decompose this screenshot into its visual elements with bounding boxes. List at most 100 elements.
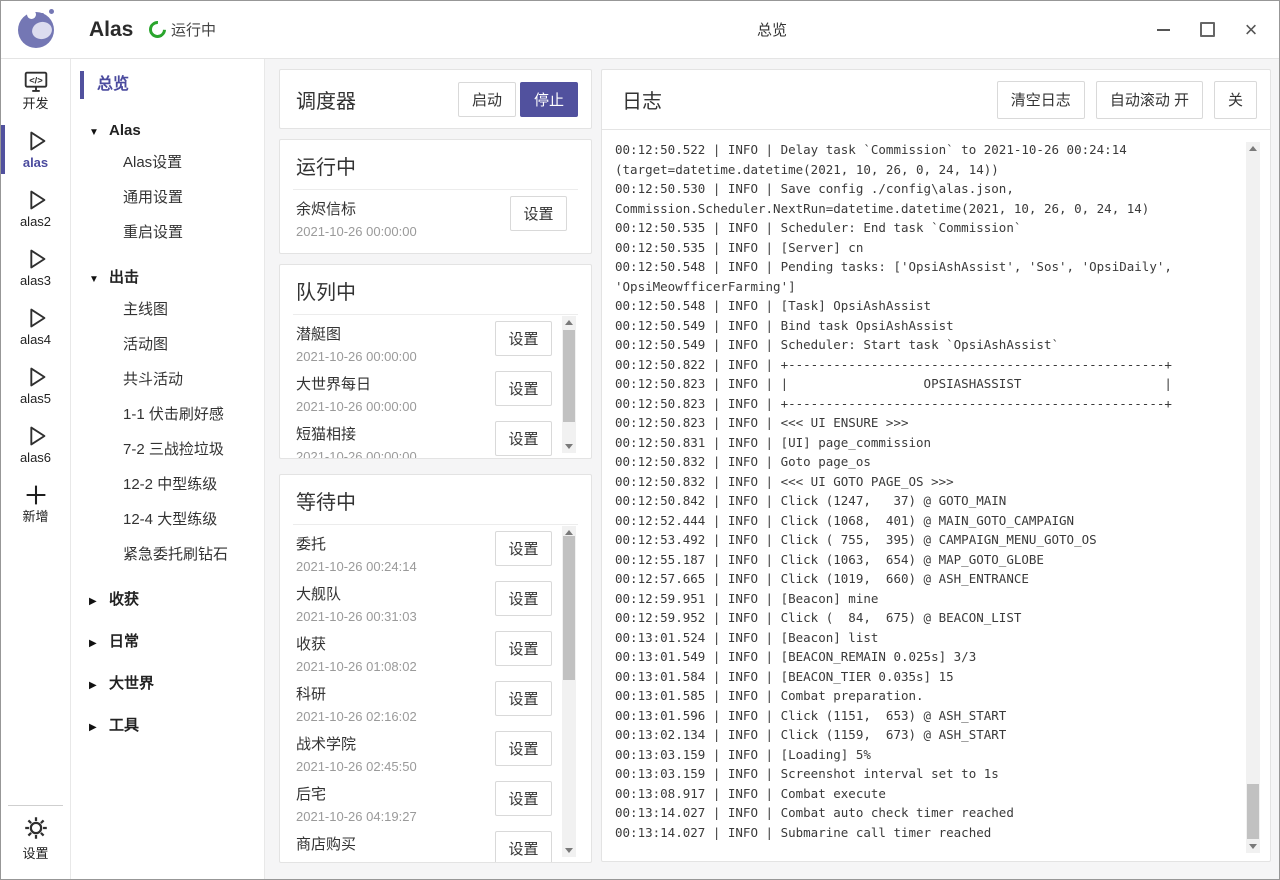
task-settings-button[interactable]: 设置 — [495, 421, 552, 456]
menu-item-label: 工具 — [109, 717, 139, 734]
scheduler-start-button[interactable]: 启动 — [458, 82, 516, 117]
log-line: 00:13:02.134 | INFO | Click (1159, 673) … — [615, 725, 1240, 745]
scroll-up-icon[interactable] — [562, 316, 576, 329]
close-icon: × — [1245, 19, 1258, 41]
waiting-card: 等待中 委托 2021-10-26 00:24:14 设置 大舰队 2021-1… — [279, 474, 592, 863]
task-row: 商店购买 设置 — [280, 825, 591, 863]
log-line: Commission.Scheduler.NextRun=datetime.da… — [615, 199, 1240, 219]
menu-item-label: 出击 — [109, 269, 139, 286]
instance-rail-item[interactable]: </> alas4 — [1, 300, 70, 359]
menu-item[interactable]: 12-2 中型练级 — [71, 467, 264, 502]
menu-item[interactable]: ▶工具 — [71, 712, 264, 740]
instance-rail-item[interactable]: </> 新增 — [1, 477, 70, 536]
scheduler-card: 调度器 启动 停止 — [279, 69, 592, 129]
task-settings-button[interactable]: 设置 — [495, 781, 552, 816]
chevron-icon: ▼ — [89, 266, 109, 294]
running-card: 运行中 余烬信标 2021-10-26 00:00:00 设置 — [279, 139, 592, 254]
menu-item[interactable]: 7-2 三战捡垃圾 — [71, 432, 264, 467]
scroll-up-icon[interactable] — [1246, 142, 1260, 155]
scrollbar-thumb[interactable] — [1247, 784, 1259, 839]
scrollbar-thumb[interactable] — [563, 536, 575, 680]
running-spinner-icon — [145, 17, 169, 41]
task-row: 大舰队 2021-10-26 00:31:03 设置 — [280, 575, 591, 625]
menu-item[interactable]: 紧急委托刷钻石 — [71, 537, 264, 572]
window-title: 总览 — [265, 1, 1279, 58]
waiting-scrollbar[interactable] — [562, 526, 576, 857]
log-line: 00:12:50.549 | INFO | Bind task OpsiAshA… — [615, 316, 1240, 336]
waiting-section-title: 等待中 — [293, 475, 578, 525]
scroll-down-icon[interactable] — [1246, 840, 1260, 853]
log-line: 00:13:14.027 | INFO | Submarine call tim… — [615, 823, 1240, 843]
task-settings-button[interactable]: 设置 — [510, 196, 567, 231]
menu-item[interactable]: ▶收获 — [71, 586, 264, 614]
menu-item[interactable]: ▼Alas — [71, 117, 264, 145]
instance-rail-item[interactable]: </> 开发 — [1, 64, 70, 123]
task-settings-button[interactable]: 设置 — [495, 631, 552, 666]
task-row: 大世界每日 2021-10-26 00:00:00 设置 — [280, 365, 591, 415]
instance-label: alas2 — [20, 215, 51, 229]
menu-item[interactable]: 主线图 — [71, 292, 264, 327]
log-line: 00:12:59.951 | INFO | [Beacon] mine — [615, 589, 1240, 609]
task-row: 余烬信标 2021-10-26 00:00:00 设置 — [280, 190, 591, 240]
menu-item[interactable]: 共斗活动 — [71, 362, 264, 397]
log-scrollbar[interactable] — [1246, 142, 1260, 853]
title-bar: Alas 运行中 总览 × — [1, 1, 1279, 59]
instance-rail-item[interactable]: </> alas — [1, 123, 70, 182]
menu-item[interactable]: ▶日常 — [71, 628, 264, 656]
log-line: 00:13:14.027 | INFO | Combat auto check … — [615, 803, 1240, 823]
clear-log-button[interactable]: 清空日志 — [997, 81, 1085, 119]
log-output[interactable]: 00:12:50.522 | INFO | Delay task `Commis… — [602, 131, 1270, 861]
log-line: 00:12:50.530 | INFO | Save config ./conf… — [615, 179, 1240, 199]
task-settings-button[interactable]: 设置 — [495, 321, 552, 356]
log-line: 00:12:50.548 | INFO | [Task] OpsiAshAssi… — [615, 296, 1240, 316]
menu-item-label: 主线图 — [123, 301, 168, 318]
log-line: 00:13:01.596 | INFO | Click (1151, 653) … — [615, 706, 1240, 726]
autoscroll-toggle-button[interactable]: 自动滚动 开 — [1096, 81, 1203, 119]
task-settings-button[interactable]: 设置 — [495, 681, 552, 716]
play-icon — [21, 185, 51, 215]
task-menu: 总览 ▼Alas Alas设置 通用设置 重启设置 ▼出击 主线图 — [71, 58, 265, 879]
menu-item[interactable]: ▼出击 — [71, 264, 264, 292]
task-row: 潜艇图 2021-10-26 00:00:00 设置 — [280, 315, 591, 365]
scheduler-stop-button[interactable]: 停止 — [520, 82, 578, 117]
pending-scrollbar[interactable] — [562, 316, 576, 453]
close-button[interactable]: × — [1229, 1, 1273, 58]
log-line: 00:12:59.952 | INFO | Click ( 84, 675) @… — [615, 608, 1240, 628]
menu-item-label: 1-1 伏击刷好感 — [123, 406, 224, 423]
task-settings-button[interactable]: 设置 — [495, 831, 552, 863]
scroll-down-icon[interactable] — [562, 844, 576, 857]
menu-item[interactable]: 1-1 伏击刷好感 — [71, 397, 264, 432]
menu-item[interactable]: 12-4 大型练级 — [71, 502, 264, 537]
menu-item[interactable]: 活动图 — [71, 327, 264, 362]
maximize-button[interactable] — [1185, 1, 1229, 58]
instance-rail-item[interactable]: </> alas2 — [1, 182, 70, 241]
task-settings-button[interactable]: 设置 — [495, 581, 552, 616]
menu-item[interactable]: ▶大世界 — [71, 670, 264, 698]
menu-item[interactable]: 总览 — [71, 67, 264, 103]
log-line: 00:12:50.535 | INFO | Scheduler: End tas… — [615, 218, 1240, 238]
menu-item[interactable]: Alas设置 — [71, 145, 264, 180]
play-icon — [21, 244, 51, 274]
task-settings-button[interactable]: 设置 — [495, 371, 552, 406]
menu-item[interactable]: 重启设置 — [71, 215, 264, 250]
maximize-icon — [1200, 22, 1215, 37]
scheduler-title: 调度器 — [296, 85, 458, 114]
menu-item[interactable]: 通用设置 — [71, 180, 264, 215]
log-line: 00:13:08.917 | INFO | Combat execute — [615, 784, 1240, 804]
gear-icon — [21, 813, 51, 843]
log-line: 00:13:01.584 | INFO | [BEACON_TIER 0.035… — [615, 667, 1240, 687]
scroll-down-icon[interactable] — [562, 440, 576, 453]
scrollbar-thumb[interactable] — [563, 330, 575, 422]
task-settings-button[interactable]: 设置 — [495, 731, 552, 766]
instance-rail-item[interactable]: </> alas6 — [1, 418, 70, 477]
instance-rail-item[interactable]: </> alas5 — [1, 359, 70, 418]
task-settings-button[interactable]: 设置 — [495, 531, 552, 566]
log-line: 00:12:50.823 | INFO | | OPSIASHASSIST | — [615, 374, 1240, 394]
log-line: 00:12:50.832 | INFO | Goto page_os — [615, 452, 1240, 472]
instance-rail-item[interactable]: </> alas3 — [1, 241, 70, 300]
log-off-button[interactable]: 关 — [1214, 81, 1257, 119]
running-section-title: 运行中 — [293, 140, 578, 190]
minimize-button[interactable] — [1141, 1, 1185, 58]
play-icon — [21, 303, 51, 333]
rail-settings-item[interactable]: 设置 — [8, 805, 63, 879]
